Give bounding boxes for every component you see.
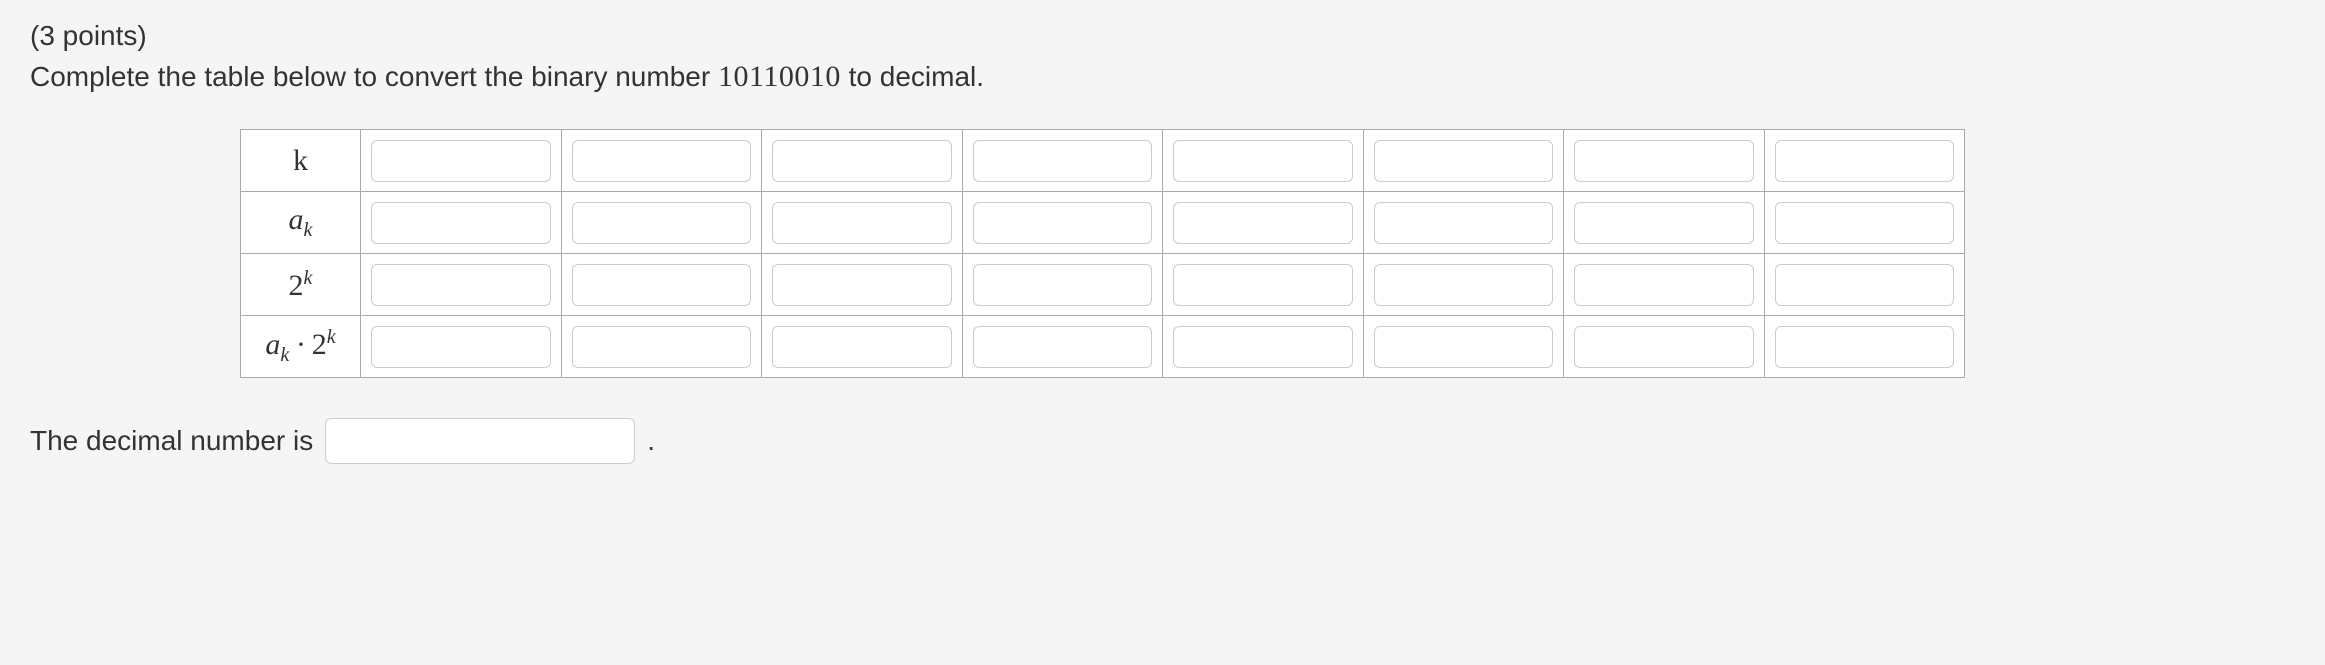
input-twok-2[interactable] xyxy=(772,264,952,306)
input-aktwok-6[interactable] xyxy=(1574,326,1754,368)
input-k-6[interactable] xyxy=(1574,140,1754,182)
input-twok-6[interactable] xyxy=(1574,264,1754,306)
binary-number: 10110010 xyxy=(718,60,841,93)
input-k-1[interactable] xyxy=(572,140,752,182)
input-twok-5[interactable] xyxy=(1374,264,1554,306)
input-ak-6[interactable] xyxy=(1574,202,1754,244)
row-header-twok: 2k xyxy=(241,254,361,316)
input-twok-3[interactable] xyxy=(973,264,1153,306)
input-ak-2[interactable] xyxy=(772,202,952,244)
input-k-0[interactable] xyxy=(371,140,551,182)
input-aktwok-0[interactable] xyxy=(371,326,551,368)
input-ak-7[interactable] xyxy=(1775,202,1955,244)
conversion-table: k ak 2k xyxy=(240,129,1965,378)
prompt-text-pre: Complete the table below to convert the … xyxy=(30,61,718,92)
input-aktwok-5[interactable] xyxy=(1374,326,1554,368)
answer-line: The decimal number is . xyxy=(30,418,2295,464)
input-aktwok-7[interactable] xyxy=(1775,326,1955,368)
table-row-k: k xyxy=(241,130,1965,192)
table-row-aktwok: ak · 2k xyxy=(241,316,1965,378)
row-header-ak: ak xyxy=(241,192,361,254)
table-row-ak: ak xyxy=(241,192,1965,254)
conversion-table-wrap: k ak 2k xyxy=(240,129,1965,378)
input-ak-3[interactable] xyxy=(973,202,1153,244)
table-row-twok: 2k xyxy=(241,254,1965,316)
input-aktwok-1[interactable] xyxy=(572,326,752,368)
answer-suffix: . xyxy=(647,425,655,457)
input-twok-1[interactable] xyxy=(572,264,752,306)
input-k-5[interactable] xyxy=(1374,140,1554,182)
input-ak-0[interactable] xyxy=(371,202,551,244)
answer-label: The decimal number is xyxy=(30,425,313,457)
input-twok-7[interactable] xyxy=(1775,264,1955,306)
input-aktwok-4[interactable] xyxy=(1173,326,1353,368)
decimal-answer-input[interactable] xyxy=(325,418,635,464)
input-aktwok-2[interactable] xyxy=(772,326,952,368)
row-header-aktwok: ak · 2k xyxy=(241,316,361,378)
input-ak-5[interactable] xyxy=(1374,202,1554,244)
input-ak-1[interactable] xyxy=(572,202,752,244)
input-k-2[interactable] xyxy=(772,140,952,182)
input-twok-4[interactable] xyxy=(1173,264,1353,306)
input-twok-0[interactable] xyxy=(371,264,551,306)
prompt: Complete the table below to convert the … xyxy=(30,60,2295,94)
input-k-4[interactable] xyxy=(1173,140,1353,182)
prompt-text-post: to decimal. xyxy=(841,61,984,92)
row-header-k: k xyxy=(241,130,361,192)
input-k-3[interactable] xyxy=(973,140,1153,182)
input-ak-4[interactable] xyxy=(1173,202,1353,244)
points-label: (3 points) xyxy=(30,20,2295,52)
input-k-7[interactable] xyxy=(1775,140,1955,182)
input-aktwok-3[interactable] xyxy=(973,326,1153,368)
